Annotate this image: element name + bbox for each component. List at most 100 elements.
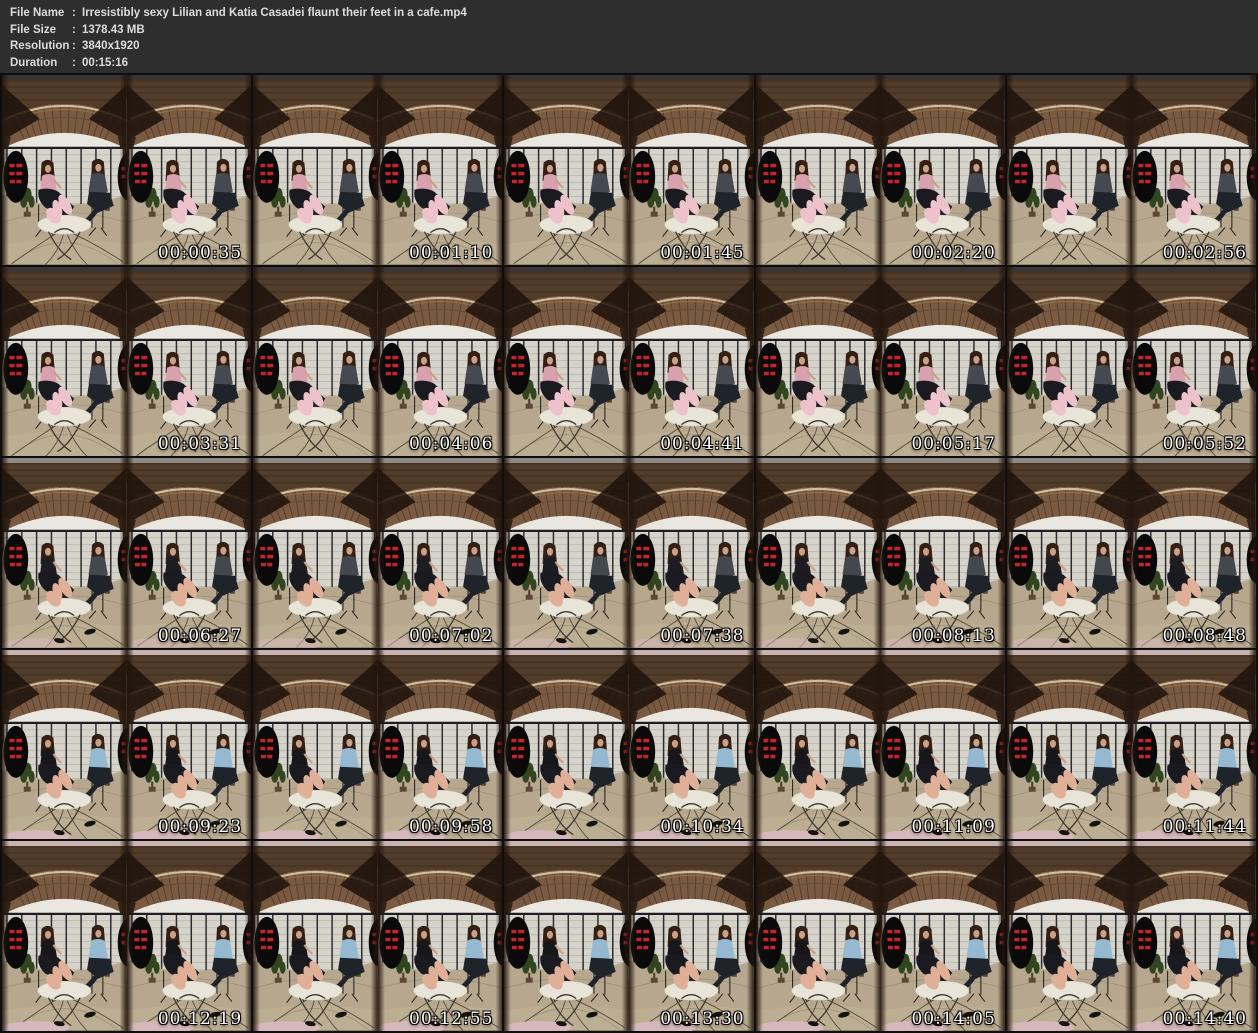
- vr-eye-left-view: [2, 75, 127, 265]
- cafe-scene-illustration: [1007, 75, 1132, 265]
- vr-eye-left-view: [253, 75, 378, 265]
- vr-eye-left-view: [253, 267, 378, 457]
- timestamp-label: 00:11:09: [911, 817, 995, 837]
- duration-row: Duration:00:15:16: [10, 55, 1258, 72]
- vr-eye-left-view: [2, 650, 127, 840]
- thumbnail-cell: 00:07:38: [504, 458, 753, 648]
- thumbnail-cell: 00:12:19: [2, 841, 251, 1031]
- cafe-scene-illustration: [378, 841, 503, 1031]
- timestamp-label: 00:00:35: [158, 243, 242, 263]
- timestamp-label: 00:13:30: [660, 1009, 744, 1029]
- timestamp-label: 00:02:56: [1163, 243, 1247, 263]
- vr-eye-right-view: [1131, 650, 1256, 840]
- file-size-value: 1378.43 MB: [82, 24, 145, 36]
- thumbnail-cell: 00:12:55: [253, 841, 502, 1031]
- thumbnail-cell: 00:09:23: [2, 650, 251, 840]
- separator: :: [72, 55, 82, 72]
- timestamp-label: 00:12:19: [158, 1009, 242, 1029]
- timestamp-label: 00:02:20: [911, 243, 995, 263]
- cafe-scene-illustration: [1007, 267, 1132, 457]
- file-size-row: File Size:1378.43 MB: [10, 22, 1258, 39]
- cafe-scene-illustration: [253, 267, 378, 457]
- cafe-scene-illustration: [880, 458, 1005, 648]
- cafe-scene-illustration: [1007, 841, 1132, 1031]
- thumbnail-cell: 00:03:31: [2, 267, 251, 457]
- cafe-scene-illustration: [2, 458, 127, 648]
- cafe-scene-illustration: [253, 841, 378, 1031]
- cafe-scene-illustration: [880, 267, 1005, 457]
- cafe-scene-illustration: [756, 75, 881, 265]
- cafe-scene-illustration: [127, 267, 252, 457]
- thumbnail-cell: 00:13:30: [504, 841, 753, 1031]
- thumbnail-cell: 00:00:35: [2, 75, 251, 265]
- cafe-scene-illustration: [378, 650, 503, 840]
- cafe-scene-illustration: [1131, 75, 1256, 265]
- cafe-scene-illustration: [2, 75, 127, 265]
- cafe-scene-illustration: [504, 267, 629, 457]
- vr-eye-left-view: [253, 650, 378, 840]
- thumbnail-cell: 00:07:02: [253, 458, 502, 648]
- cafe-scene-illustration: [2, 267, 127, 457]
- thumbnail-cell: 00:08:48: [1007, 458, 1256, 648]
- timestamp-label: 00:10:34: [660, 817, 744, 837]
- vr-eye-left-view: [504, 267, 629, 457]
- vr-eye-left-view: [756, 458, 881, 648]
- file-info-header: File Name:Irresistibly sexy Lilian and K…: [0, 0, 1258, 73]
- timestamp-label: 00:03:31: [158, 434, 242, 454]
- file-name-row: File Name:Irresistibly sexy Lilian and K…: [10, 5, 1258, 22]
- vr-eye-left-view: [2, 267, 127, 457]
- cafe-scene-illustration: [1131, 650, 1256, 840]
- timestamp-label: 00:05:17: [911, 434, 995, 454]
- duration-value: 00:15:16: [82, 57, 128, 69]
- timestamp-label: 00:09:58: [409, 817, 493, 837]
- vr-eye-left-view: [504, 75, 629, 265]
- vr-eye-right-view: [378, 267, 503, 457]
- cafe-scene-illustration: [378, 267, 503, 457]
- vr-eye-left-view: [253, 841, 378, 1031]
- cafe-scene-illustration: [880, 841, 1005, 1031]
- vr-eye-left-view: [2, 841, 127, 1031]
- vr-eye-left-view: [1007, 75, 1132, 265]
- cafe-scene-illustration: [504, 458, 629, 648]
- vr-eye-left-view: [756, 267, 881, 457]
- vr-eye-left-view: [253, 458, 378, 648]
- cafe-scene-illustration: [253, 75, 378, 265]
- vr-eye-right-view: [880, 75, 1005, 265]
- thumbnail-cell: 00:02:56: [1007, 75, 1256, 265]
- vr-eye-right-view: [629, 267, 754, 457]
- thumbnail-cell: 00:05:17: [756, 267, 1005, 457]
- timestamp-label: 00:07:02: [409, 626, 493, 646]
- timestamp-label: 00:04:41: [660, 434, 744, 454]
- vr-eye-right-view: [880, 458, 1005, 648]
- cafe-scene-illustration: [378, 458, 503, 648]
- thumbnail-cell: 00:04:06: [253, 267, 502, 457]
- cafe-scene-illustration: [1131, 267, 1256, 457]
- cafe-scene-illustration: [880, 75, 1005, 265]
- vr-eye-left-view: [1007, 458, 1132, 648]
- cafe-scene-illustration: [629, 267, 754, 457]
- timestamp-label: 00:09:23: [158, 817, 242, 837]
- timestamp-label: 00:05:52: [1163, 434, 1247, 454]
- vr-eye-left-view: [504, 458, 629, 648]
- cafe-scene-illustration: [1131, 841, 1256, 1031]
- thumbnail-cell: 00:08:13: [756, 458, 1005, 648]
- cafe-scene-illustration: [127, 75, 252, 265]
- cafe-scene-illustration: [1007, 458, 1132, 648]
- vr-eye-right-view: [880, 267, 1005, 457]
- vr-eye-right-view: [629, 75, 754, 265]
- vr-eye-left-view: [1007, 841, 1132, 1031]
- separator: :: [72, 22, 82, 39]
- timestamp-label: 00:12:55: [409, 1009, 493, 1029]
- vr-eye-right-view: [378, 841, 503, 1031]
- vr-eye-right-view: [1131, 458, 1256, 648]
- timestamp-label: 00:01:45: [660, 243, 744, 263]
- vr-eye-left-view: [756, 75, 881, 265]
- vr-eye-right-view: [378, 75, 503, 265]
- vr-eye-left-view: [756, 650, 881, 840]
- cafe-scene-illustration: [629, 841, 754, 1031]
- thumbnail-cell: 00:09:58: [253, 650, 502, 840]
- cafe-scene-illustration: [253, 650, 378, 840]
- cafe-scene-illustration: [1131, 458, 1256, 648]
- vr-eye-left-view: [504, 841, 629, 1031]
- vr-eye-left-view: [756, 841, 881, 1031]
